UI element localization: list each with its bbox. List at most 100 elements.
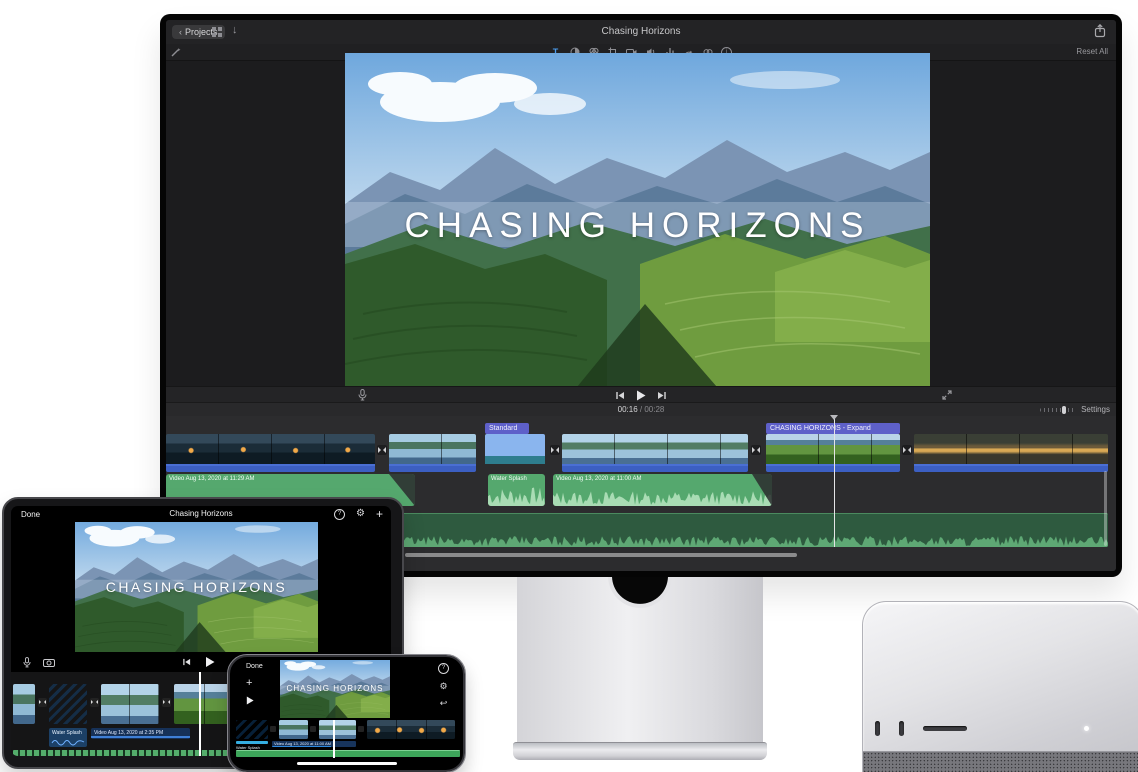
video-clip[interactable] bbox=[766, 434, 900, 464]
transition-icon[interactable] bbox=[377, 445, 387, 455]
title-overlay-text: CHASING HORIZONS bbox=[345, 206, 930, 246]
skip-back-button[interactable] bbox=[616, 391, 625, 400]
help-icon[interactable]: ? bbox=[334, 509, 345, 520]
horizontal-scrollbar[interactable] bbox=[405, 553, 797, 557]
transition-icon[interactable] bbox=[310, 726, 316, 732]
video-clip[interactable] bbox=[166, 434, 375, 464]
clip-audio-strip[interactable] bbox=[914, 464, 1108, 472]
usb-c-port bbox=[899, 721, 904, 736]
viewer: CHASING HORIZONS bbox=[345, 53, 930, 386]
video-clip[interactable] bbox=[319, 720, 356, 739]
imovie-window: ‹Projects ↓ Chasing Horizons T bbox=[166, 20, 1116, 571]
audio-clip[interactable]: Video Aug 13, 2020 at 11:00 AM bbox=[272, 741, 356, 747]
clip-audio-strip[interactable] bbox=[766, 464, 900, 472]
waveform bbox=[553, 490, 772, 506]
thumbnail-seams bbox=[166, 434, 375, 464]
title-clip-base[interactable] bbox=[485, 456, 545, 464]
transport-bar bbox=[166, 386, 1116, 403]
video-clip[interactable] bbox=[914, 434, 1108, 464]
title-bar-chasing-horizons[interactable]: CHASING HORIZONS - Expand bbox=[766, 423, 900, 434]
title-clip[interactable] bbox=[485, 434, 545, 456]
water-splash-clip[interactable] bbox=[236, 720, 268, 739]
display-stand bbox=[517, 577, 763, 743]
iphone-left-controls: Done + bbox=[246, 663, 263, 705]
done-button[interactable]: Done bbox=[246, 663, 263, 670]
transition-icon[interactable] bbox=[358, 726, 364, 732]
power-led bbox=[1084, 726, 1089, 731]
reset-all-button[interactable]: Reset All bbox=[1076, 44, 1108, 60]
transition-icon[interactable] bbox=[90, 698, 99, 707]
clip-audio-strip[interactable] bbox=[166, 464, 375, 472]
stand-cable-hole bbox=[612, 577, 668, 604]
music-track[interactable] bbox=[236, 750, 460, 757]
audio-clip[interactable]: Video Aug 13, 2020 at 2:35 PM bbox=[91, 728, 190, 739]
timeline-header: 00:16 / 00:28 Settings bbox=[166, 402, 1116, 417]
fullscreen-icon[interactable] bbox=[942, 390, 952, 400]
add-media-button[interactable]: + bbox=[246, 679, 252, 687]
timeline-zoom-slider[interactable] bbox=[1040, 408, 1076, 412]
video-clip[interactable] bbox=[101, 684, 159, 724]
camera-icon[interactable] bbox=[43, 658, 55, 667]
undo-icon[interactable]: ↩ bbox=[440, 699, 448, 708]
transition-icon[interactable] bbox=[550, 445, 560, 455]
studio-display: ‹Projects ↓ Chasing Horizons T bbox=[160, 14, 1122, 577]
play-button[interactable] bbox=[205, 656, 215, 668]
skip-back-button[interactable] bbox=[183, 658, 191, 666]
help-icon[interactable]: ? bbox=[438, 663, 449, 674]
play-button[interactable] bbox=[636, 390, 646, 401]
settings-gear-icon[interactable]: ⚙ bbox=[439, 682, 447, 691]
waveform-squiggle bbox=[51, 737, 85, 746]
timecode-current: 00:16 bbox=[618, 405, 638, 414]
water-splash-clip[interactable] bbox=[49, 684, 87, 724]
audio-clip[interactable]: Water Splash bbox=[488, 474, 545, 506]
timecode-total: 00:28 bbox=[644, 405, 664, 414]
video-clip[interactable] bbox=[13, 684, 35, 724]
playhead[interactable] bbox=[333, 720, 335, 758]
add-media-button[interactable]: + bbox=[376, 509, 383, 519]
title-overlay-text: CHASING HORIZONS bbox=[75, 579, 318, 595]
audio-clip[interactable] bbox=[236, 741, 268, 744]
settings-gear-icon[interactable]: ⚙ bbox=[356, 509, 365, 519]
main-toolbar: ‹Projects ↓ Chasing Horizons bbox=[166, 20, 1116, 45]
zoom-slider-thumb[interactable] bbox=[1062, 406, 1066, 414]
video-clip[interactable] bbox=[389, 434, 476, 464]
transition-icon[interactable] bbox=[270, 726, 276, 732]
video-clip[interactable] bbox=[367, 720, 455, 739]
waveform bbox=[488, 486, 545, 506]
ventilation-mesh bbox=[863, 751, 1138, 772]
play-button[interactable] bbox=[246, 696, 254, 705]
record-voiceover-icon[interactable] bbox=[23, 657, 31, 668]
usb-c-port bbox=[875, 721, 880, 736]
video-clip[interactable] bbox=[562, 434, 748, 464]
clip-audio-strip[interactable] bbox=[562, 464, 748, 472]
timecode: 00:16 / 00:28 bbox=[166, 403, 1116, 417]
video-clip[interactable] bbox=[279, 720, 308, 739]
iphone-viewer: CHASING HORIZONS bbox=[280, 660, 390, 718]
mac-studio bbox=[862, 601, 1138, 772]
ipad-top-bar: Done Chasing Horizons ? ⚙ + bbox=[11, 506, 391, 522]
share-icon[interactable] bbox=[1094, 24, 1106, 38]
skip-forward-button[interactable] bbox=[657, 391, 666, 400]
settings-button[interactable]: Settings bbox=[1081, 403, 1110, 417]
transition-icon[interactable] bbox=[902, 445, 912, 455]
playhead[interactable] bbox=[199, 672, 201, 756]
title-overlay-text: CHASING HORIZONS bbox=[280, 684, 390, 693]
audio-clip[interactable]: Video Aug 13, 2020 at 11:00 AM bbox=[553, 474, 772, 506]
playhead[interactable] bbox=[834, 416, 835, 547]
iphone-right-controls: ? ⚙ ↩ bbox=[438, 663, 449, 708]
transition-icon[interactable] bbox=[162, 698, 171, 707]
home-indicator[interactable] bbox=[297, 762, 397, 765]
iphone: CHASING HORIZONS Done + ? ⚙ ↩ Water Spla… bbox=[228, 655, 465, 772]
vertical-scrollbar[interactable] bbox=[1104, 471, 1107, 546]
playback-controls bbox=[166, 387, 1116, 403]
title-bar-standard[interactable]: Standard bbox=[485, 423, 529, 434]
fade-handle[interactable] bbox=[752, 474, 772, 506]
sd-card-slot bbox=[923, 726, 967, 731]
transition-icon[interactable] bbox=[38, 698, 47, 707]
display-stand-base bbox=[513, 742, 767, 760]
transition-icon[interactable] bbox=[751, 445, 761, 455]
ipad-viewer: CHASING HORIZONS bbox=[75, 522, 318, 652]
audio-clip[interactable]: Water Splash bbox=[49, 728, 87, 747]
scene-canvas: ‹Projects ↓ Chasing Horizons T bbox=[0, 0, 1138, 772]
clip-audio-strip[interactable] bbox=[389, 464, 476, 472]
